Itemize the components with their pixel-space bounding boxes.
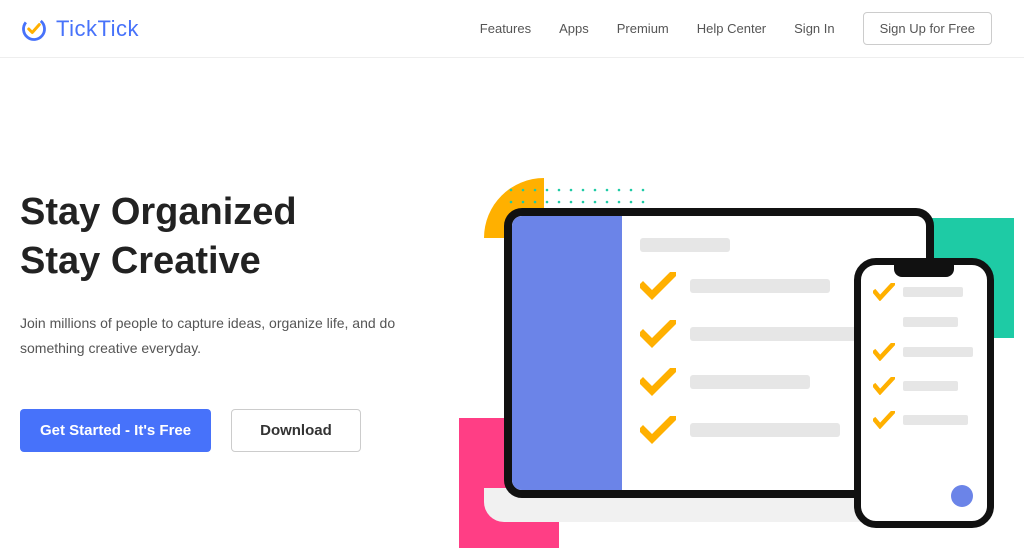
task-placeholder-icon: [903, 415, 968, 425]
task-placeholder-icon: [903, 347, 973, 357]
check-icon: [640, 272, 676, 300]
nav-premium[interactable]: Premium: [617, 21, 669, 36]
hero-section: Stay Organized Stay Creative Join millio…: [0, 58, 1024, 452]
hero-title-line2: Stay Creative: [20, 240, 261, 282]
top-nav: Features Apps Premium Help Center Sign I…: [480, 12, 1004, 45]
logo-text: TickTick: [56, 16, 139, 42]
check-icon: [873, 411, 895, 429]
nav-help-center[interactable]: Help Center: [697, 21, 766, 36]
task-placeholder-icon: [690, 423, 840, 437]
hero-title-line1: Stay Organized: [20, 191, 297, 233]
check-icon: [873, 343, 895, 361]
fab-icon: [951, 485, 973, 507]
ticktick-logo-icon: [20, 15, 48, 43]
task-row: [873, 283, 975, 301]
nav-features[interactable]: Features: [480, 21, 531, 36]
task-row: [640, 238, 908, 252]
task-row: [873, 343, 975, 361]
hero-subtitle: Join millions of people to capture ideas…: [20, 311, 440, 361]
phone-notch: [894, 265, 954, 277]
task-placeholder-icon: [903, 317, 958, 327]
check-icon: [873, 283, 895, 301]
header: TickTick Features Apps Premium Help Cent…: [0, 0, 1024, 58]
laptop-sidebar: [512, 216, 622, 490]
check-icon: [873, 377, 895, 395]
task-placeholder-icon: [690, 327, 860, 341]
task-placeholder-icon: [690, 279, 830, 293]
get-started-button[interactable]: Get Started - It's Free: [20, 409, 211, 452]
hero-ctas: Get Started - It's Free Download: [20, 409, 460, 452]
nav-sign-in[interactable]: Sign In: [794, 21, 834, 36]
download-button[interactable]: Download: [231, 409, 361, 452]
logo[interactable]: TickTick: [20, 15, 139, 43]
task-placeholder-icon: [903, 381, 958, 391]
task-row: [873, 411, 975, 429]
signup-button[interactable]: Sign Up for Free: [863, 12, 992, 45]
check-icon: [640, 368, 676, 396]
check-icon: [640, 320, 676, 348]
phone-mockup: [854, 258, 994, 528]
hero-illustration: [454, 118, 1014, 538]
task-placeholder-icon: [903, 287, 963, 297]
nav-apps[interactable]: Apps: [559, 21, 589, 36]
hero-copy: Stay Organized Stay Creative Join millio…: [20, 118, 460, 452]
task-placeholder-icon: [690, 375, 810, 389]
hero-title: Stay Organized Stay Creative: [20, 188, 460, 287]
task-placeholder-icon: [640, 238, 730, 252]
check-icon: [640, 416, 676, 444]
task-row: [873, 377, 975, 395]
